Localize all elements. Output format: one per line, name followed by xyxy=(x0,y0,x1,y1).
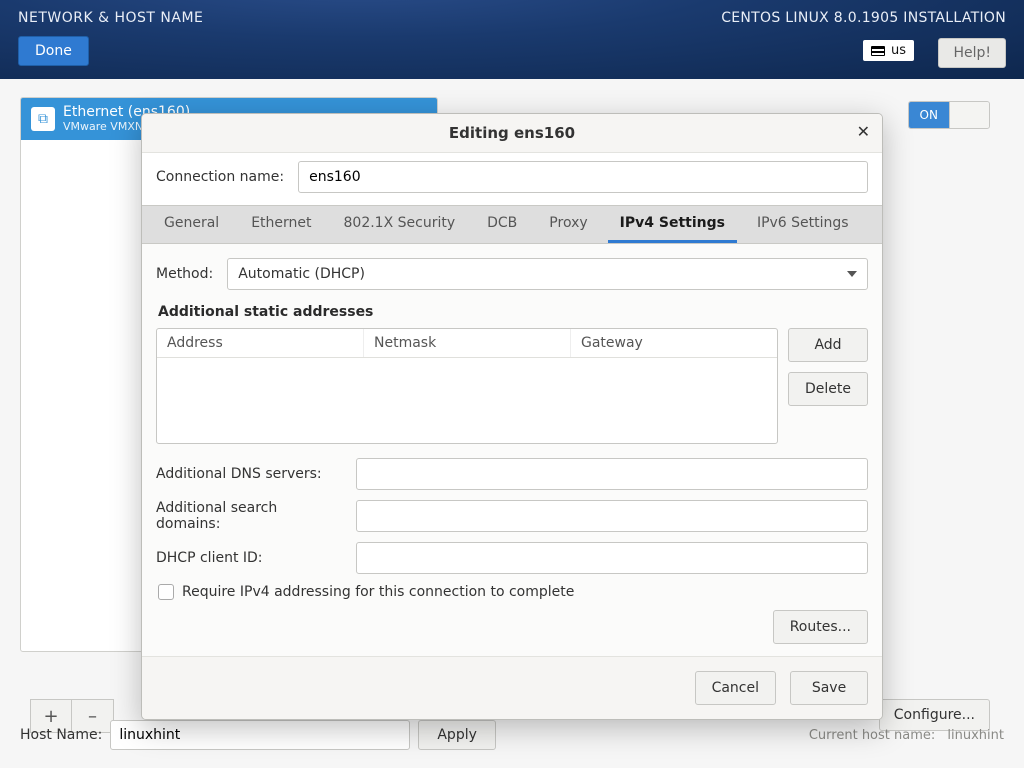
method-value: Automatic (DHCP) xyxy=(238,266,365,282)
connection-name-label: Connection name: xyxy=(156,169,284,185)
ipv4-settings-panel: Method: Automatic (DHCP) Additional stat… xyxy=(142,244,882,656)
ethernet-icon: ⧉ xyxy=(31,107,55,131)
delete-address-button[interactable]: Delete xyxy=(788,372,868,406)
keyboard-icon xyxy=(871,46,885,56)
addresses-table-header: Address Netmask Gateway xyxy=(157,329,777,358)
require-ipv4-checkbox[interactable] xyxy=(158,584,174,600)
dialog-titlebar: Editing ens160 ✕ xyxy=(142,114,882,152)
toggle-on-label: ON xyxy=(909,102,949,128)
search-domains-label: Additional search domains: xyxy=(156,500,342,532)
dialog-title: Editing ens160 xyxy=(449,124,575,142)
product-title: CENTOS LINUX 8.0.1905 INSTALLATION xyxy=(721,10,1006,26)
connection-name-row: Connection name: xyxy=(142,152,882,205)
col-netmask: Netmask xyxy=(364,329,571,357)
keyboard-layout-indicator[interactable]: us xyxy=(863,40,914,61)
col-address: Address xyxy=(157,329,364,357)
connection-name-input[interactable] xyxy=(298,161,868,193)
ipv4-form: Additional DNS servers: Additional searc… xyxy=(156,458,868,574)
dhcp-client-id-label: DHCP client ID: xyxy=(156,550,342,566)
dialog-footer: Cancel Save xyxy=(142,656,882,719)
dialog-close-button[interactable]: ✕ xyxy=(857,122,870,141)
additional-addresses-title: Additional static addresses xyxy=(158,304,868,320)
chevron-down-icon xyxy=(847,271,857,277)
current-hostname-value: linuxhint xyxy=(947,728,1004,743)
current-hostname: Current host name: linuxhint xyxy=(809,728,1004,743)
hostname-input[interactable] xyxy=(110,720,410,750)
method-row: Method: Automatic (DHCP) xyxy=(156,258,868,290)
addresses-table[interactable]: Address Netmask Gateway xyxy=(156,328,778,444)
col-gateway: Gateway xyxy=(571,329,777,357)
tab-ipv6-settings[interactable]: IPv6 Settings xyxy=(745,206,861,243)
cancel-button[interactable]: Cancel xyxy=(695,671,776,705)
done-button[interactable]: Done xyxy=(18,36,89,66)
dns-servers-input[interactable] xyxy=(356,458,868,490)
keyboard-layout-label: us xyxy=(891,43,906,58)
addresses-side-buttons: Add Delete xyxy=(788,328,868,444)
tab-ethernet[interactable]: Ethernet xyxy=(239,206,323,243)
method-combobox[interactable]: Automatic (DHCP) xyxy=(227,258,868,290)
toggle-knob xyxy=(949,102,990,128)
current-hostname-label: Current host name: xyxy=(809,728,935,743)
dialog-tabs: GeneralEthernet802.1X SecurityDCBProxyIP… xyxy=(142,205,882,244)
require-ipv4-row: Require IPv4 addressing for this connect… xyxy=(158,584,868,600)
search-domains-input[interactable] xyxy=(356,500,868,532)
tab-proxy[interactable]: Proxy xyxy=(537,206,599,243)
tab-802-1x-security[interactable]: 802.1X Security xyxy=(332,206,468,243)
tab-general[interactable]: General xyxy=(152,206,231,243)
tab-dcb[interactable]: DCB xyxy=(475,206,529,243)
help-button[interactable]: Help! xyxy=(938,38,1006,68)
edit-connection-dialog: Editing ens160 ✕ Connection name: Genera… xyxy=(141,113,883,720)
save-button[interactable]: Save xyxy=(790,671,868,705)
require-ipv4-label: Require IPv4 addressing for this connect… xyxy=(182,584,574,600)
dhcp-client-id-input[interactable] xyxy=(356,542,868,574)
hostname-row: Host Name: Apply Current host name: linu… xyxy=(20,720,1004,750)
tab-ipv4-settings[interactable]: IPv4 Settings xyxy=(608,206,737,243)
installer-header: NETWORK & HOST NAME CENTOS LINUX 8.0.190… xyxy=(0,0,1024,79)
apply-hostname-button[interactable]: Apply xyxy=(418,720,496,750)
add-address-button[interactable]: Add xyxy=(788,328,868,362)
hostname-label: Host Name: xyxy=(20,727,102,743)
routes-button[interactable]: Routes... xyxy=(773,610,868,644)
device-toggle[interactable]: ON xyxy=(908,101,990,129)
dns-servers-label: Additional DNS servers: xyxy=(156,466,342,482)
method-label: Method: xyxy=(156,266,213,282)
addresses-block: Address Netmask Gateway Add Delete xyxy=(156,328,868,444)
